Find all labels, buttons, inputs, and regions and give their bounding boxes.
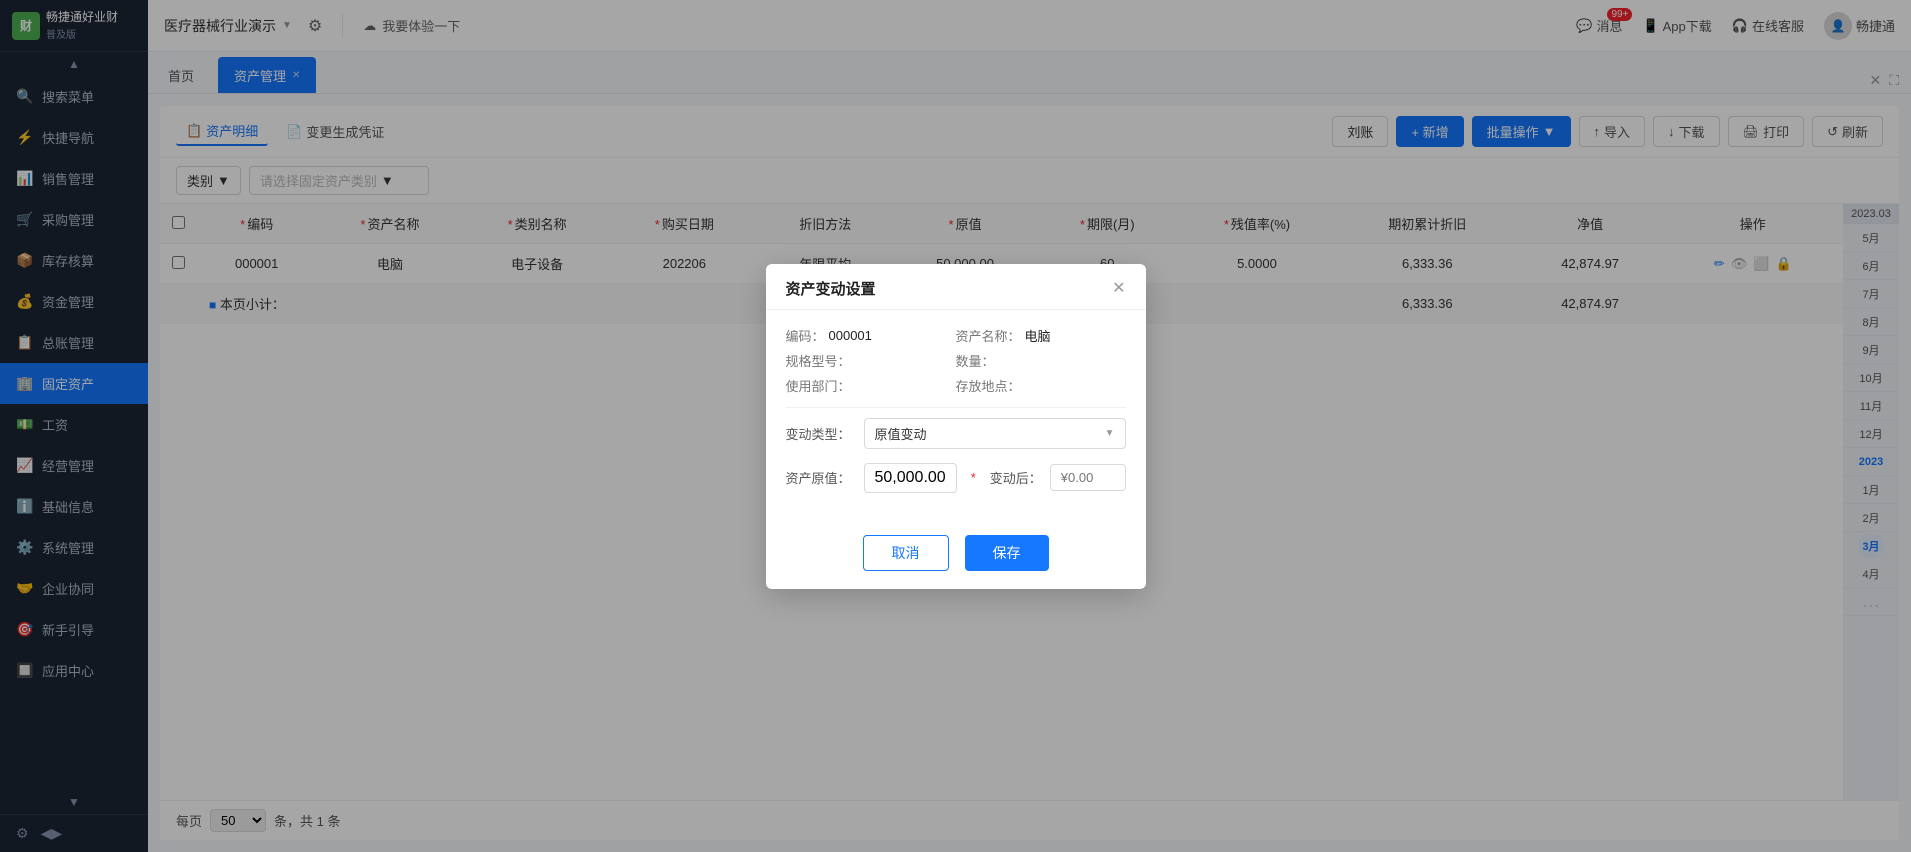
original-value-label: 资产原值： [786, 468, 856, 487]
info-name: 资产名称： 电脑 [956, 326, 1126, 345]
original-value-row: 资产原值： 50,000.00 * 变动后： [786, 463, 1126, 493]
info-code: 编码： 000001 [786, 326, 956, 345]
after-change-label: 变动后： [990, 468, 1042, 487]
info-department: 使用部门： [786, 376, 956, 395]
info-spec: 规格型号： [786, 351, 956, 370]
after-change-input-wrap[interactable] [1050, 464, 1126, 491]
change-type-select[interactable]: 原值变动 ▼ [864, 418, 1126, 449]
after-change-input[interactable] [1061, 470, 1115, 485]
dialog-close-button[interactable]: ✕ [1112, 278, 1125, 298]
dialog-footer: 取消 保存 [766, 523, 1146, 589]
change-type-dropdown-icon: ▼ [1105, 428, 1115, 439]
info-quantity: 数量： [956, 351, 1126, 370]
asset-change-dialog: 资产变动设置 ✕ 编码： 000001 资产名称： 电脑 规格型号： 数量： [766, 264, 1146, 589]
change-type-row: 变动类型： 原值变动 ▼ [786, 418, 1126, 449]
dialog-overlay[interactable]: 资产变动设置 ✕ 编码： 000001 资产名称： 电脑 规格型号： 数量： [0, 0, 1911, 852]
dialog-title: 资产变动设置 [786, 278, 876, 299]
dialog-info-grid: 编码： 000001 资产名称： 电脑 规格型号： 数量： 使用部门： [786, 326, 1126, 395]
original-value-display: 50,000.00 [864, 463, 957, 493]
change-type-label: 变动类型： [786, 424, 856, 443]
save-button[interactable]: 保存 [965, 535, 1049, 571]
dialog-divider [786, 407, 1126, 408]
required-star: * [971, 470, 976, 485]
info-location: 存放地点： [956, 376, 1126, 395]
dialog-header: 资产变动设置 ✕ [766, 264, 1146, 310]
dialog-body: 编码： 000001 资产名称： 电脑 规格型号： 数量： 使用部门： [766, 310, 1146, 523]
cancel-button[interactable]: 取消 [863, 535, 949, 571]
